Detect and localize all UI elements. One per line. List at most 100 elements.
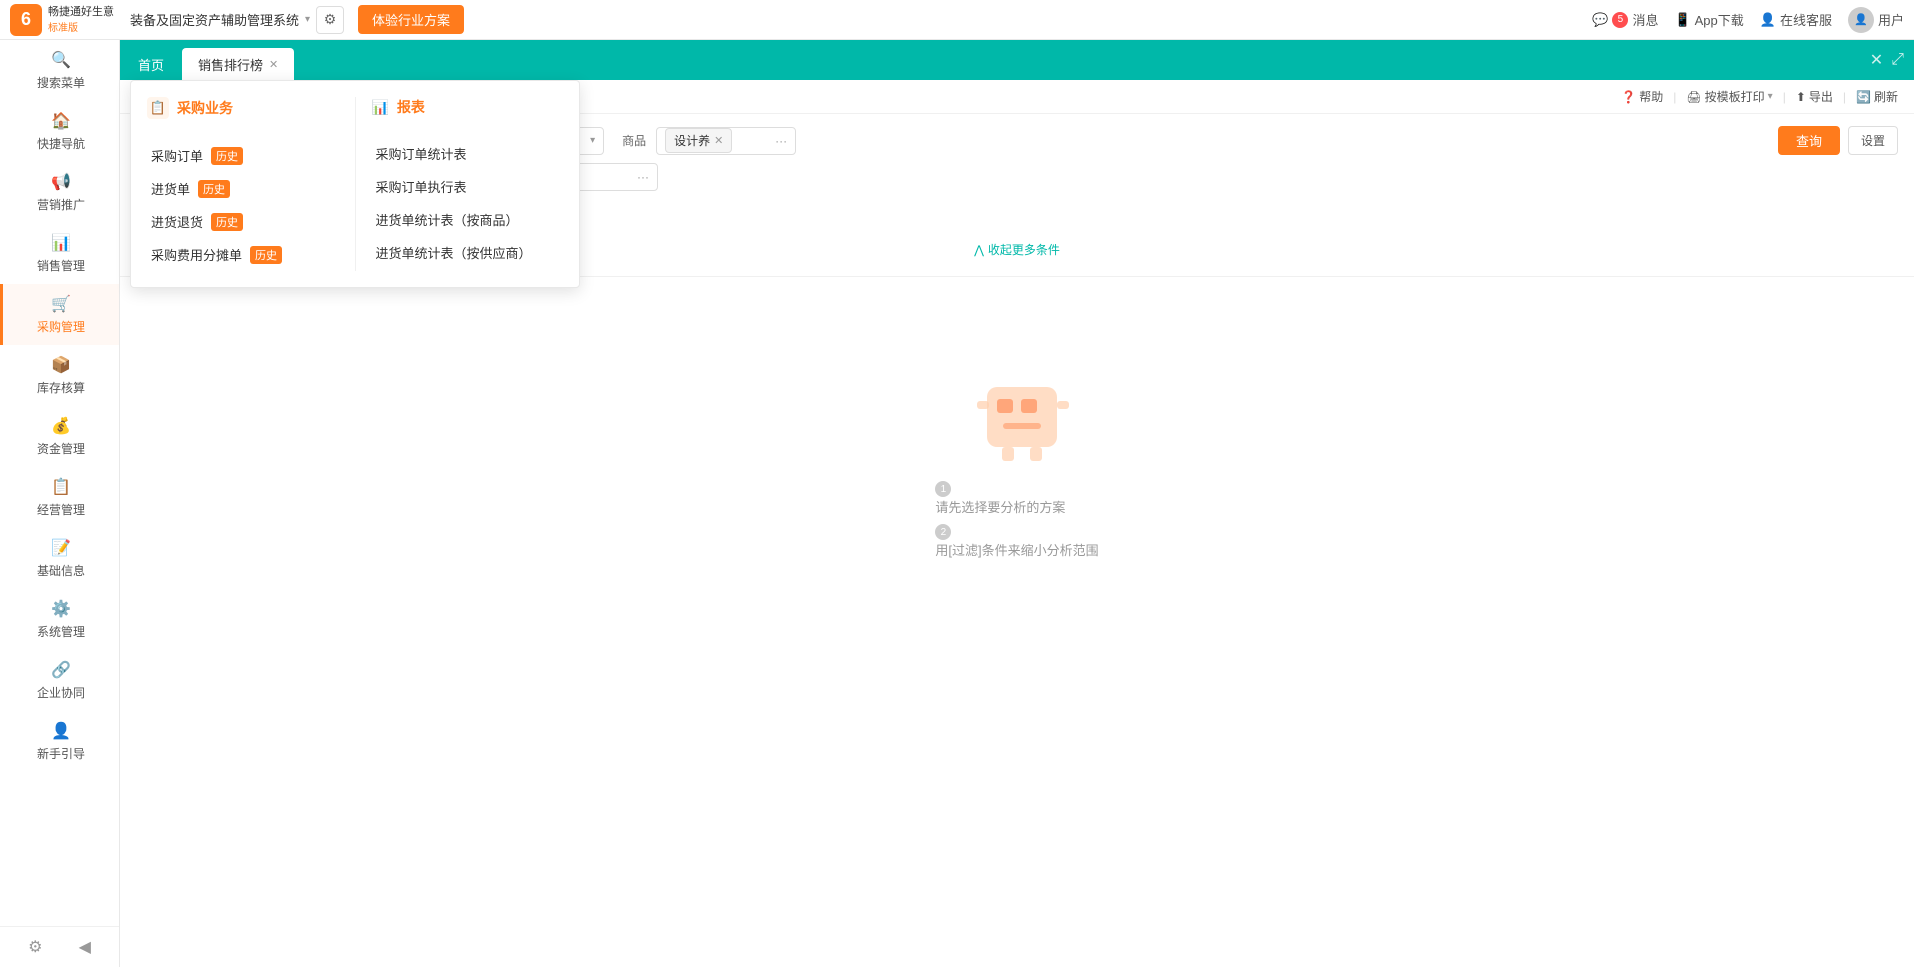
message-badge: 5 (1612, 12, 1628, 28)
user-label: 用户 (1878, 10, 1904, 29)
toolbar-divider1: | (1673, 90, 1676, 104)
sidebar-bottom: ⚙ ◀ (0, 926, 119, 967)
help-button[interactable]: ❓ 帮助 (1621, 88, 1663, 105)
dropdown-item-goods-receipt-stats-goods[interactable]: 进货单统计表（按商品） (372, 203, 564, 236)
sidebar-item-system[interactable]: ⚙️ 系统管理 (0, 589, 119, 650)
dropdown-item-goods-receipt-stats-supplier[interactable]: 进货单统计表（按供应商） (372, 236, 564, 269)
dropdown-divider (355, 97, 356, 271)
refresh-label: 刷新 (1874, 88, 1898, 105)
message-icon: 💬 (1592, 12, 1608, 28)
print-template-label: 按模板打印 (1705, 88, 1765, 105)
purchase-order-history-badge: 历史 (211, 147, 243, 165)
refresh-button[interactable]: 🔄 刷新 (1856, 88, 1898, 105)
sidebar-item-purchase[interactable]: 🛒 采购管理 (0, 284, 119, 345)
query-button[interactable]: 查询 (1778, 126, 1840, 155)
inventory-icon: 📦 (51, 355, 71, 375)
dropdown-item-purchase-expense[interactable]: 采购费用分摊单 历史 (147, 238, 339, 271)
sidebar-label-inventory: 库存核算 (37, 379, 85, 396)
sidebar-item-sales[interactable]: 📊 销售管理 (0, 223, 119, 284)
tab-home-label: 首页 (138, 55, 164, 74)
tab-home[interactable]: 首页 (122, 48, 180, 80)
goods-receipt-label: 进货单 (151, 179, 190, 198)
dropdown-item-purchase-order-stats[interactable]: 采购订单统计表 (372, 137, 564, 170)
goods-select[interactable]: 设计养 ✕ ··· (656, 127, 796, 155)
dropdown-columns: 📋 采购业务 采购订单 历史 进货单 历史 进货退货 历史 采购费用分摊单 历史 (147, 97, 563, 271)
sidebar-label-search: 搜索菜单 (37, 74, 85, 91)
export-button[interactable]: ⬆ 导出 (1796, 88, 1833, 105)
dropdown-item-goods-receipt[interactable]: 进货单 历史 (147, 172, 339, 205)
purchase-col-icon: 📋 (147, 97, 169, 119)
user-area[interactable]: 👤 用户 (1848, 7, 1904, 33)
goods-return-label: 进货退货 (151, 212, 203, 231)
sidebar-item-inventory[interactable]: 📦 库存核算 (0, 345, 119, 406)
sidebar-item-newbie[interactable]: 👤 新手引导 (0, 711, 119, 772)
purchase-dropdown-menu: 📋 采购业务 采购订单 历史 进货单 历史 进货退货 历史 采购费用分摊单 历史 (130, 80, 580, 288)
goods-tag-value: 设计养 (674, 132, 710, 149)
settings-button[interactable]: 设置 (1848, 126, 1898, 155)
tab-window-resize-icon[interactable]: ⤢ (1891, 51, 1904, 69)
logo-area: 6 畅捷通好生意 标准版 (10, 4, 130, 36)
sidebar-settings-button[interactable]: ⚙ (28, 937, 42, 957)
collapse-label: 收起更多条件 (988, 241, 1060, 258)
sidebar-item-capital[interactable]: 💰 资金管理 (0, 406, 119, 467)
filter-actions: 查询 设置 (1778, 126, 1898, 155)
tab-sales-rank-label: 销售排行榜 (198, 55, 263, 74)
sidebar-item-quick-nav[interactable]: 🏠 快捷导航 (0, 101, 119, 162)
tab-close-icon[interactable]: ✕ (269, 58, 278, 71)
app-download-button[interactable]: 📱 App下载 (1674, 10, 1743, 29)
tab-sales-rank[interactable]: 销售排行榜 ✕ (182, 48, 294, 80)
dropdown-item-purchase-order-exec[interactable]: 采购订单执行表 (372, 170, 564, 203)
sidebar-item-marketing[interactable]: 📢 营销推广 (0, 162, 119, 223)
system-title-area: 装备及固定资产辅助管理系统 ▾ ⚙ 体验行业方案 (130, 5, 1592, 34)
toolbar-divider2: | (1783, 90, 1786, 104)
print-template-button[interactable]: 🖨 按模板打印 ▾ (1686, 88, 1772, 105)
tab-window-close-icon[interactable]: ✕ (1870, 50, 1883, 70)
goods-tag: 设计养 ✕ (665, 128, 732, 153)
sidebar: 🔍 搜索菜单 🏠 快捷导航 📢 营销推广 📊 销售管理 🛒 采购管理 📦 库存核… (0, 40, 120, 967)
sidebar-label-marketing: 营销推广 (37, 196, 85, 213)
purchase-icon: 🛒 (51, 294, 71, 314)
goods-receipt-stats-goods-label: 进货单统计表（按商品） (376, 210, 519, 229)
logo-badge: 标准版 (48, 19, 114, 34)
sidebar-label-quick-nav: 快捷导航 (37, 135, 85, 152)
system-icon: ⚙️ (51, 599, 71, 619)
system-title-arrow-icon[interactable]: ▾ (305, 14, 310, 25)
goods-return-history-badge: 历史 (211, 213, 243, 231)
toolbar-right: ❓ 帮助 | 🖨 按模板打印 ▾ | ⬆ 导出 (1621, 88, 1898, 105)
sidebar-collapse-button[interactable]: ◀ (79, 937, 91, 957)
sidebar-label-operation: 经营管理 (37, 501, 85, 518)
empty-illustration (967, 357, 1067, 457)
home-icon: 🏠 (51, 111, 71, 131)
dropdown-item-goods-return[interactable]: 进货退货 历史 (147, 205, 339, 238)
enterprise-icon: 🔗 (51, 660, 71, 680)
purchase-expense-label: 采购费用分摊单 (151, 245, 242, 264)
sidebar-item-operation[interactable]: 📋 经营管理 (0, 467, 119, 528)
empty-state: 1 请先选择要分析的方案 2 用[过滤]条件来缩小分析范围 (120, 277, 1914, 639)
sidebar-item-search[interactable]: 🔍 搜索菜单 (0, 40, 119, 101)
goods-tag-close-icon[interactable]: ✕ (714, 134, 723, 147)
print-icon: 🖨 (1686, 90, 1701, 104)
tab-bar: 首页 销售排行榜 ✕ ✕ ⤢ (120, 40, 1914, 80)
online-service-label: 在线客服 (1780, 10, 1832, 29)
settings-icon-button[interactable]: ⚙ (316, 6, 344, 34)
avatar: 👤 (1848, 7, 1874, 33)
empty-hint-1: 1 请先选择要分析的方案 (935, 481, 1098, 516)
sidebar-item-enterprise[interactable]: 🔗 企业协同 (0, 650, 119, 711)
industry-button[interactable]: 体验行业方案 (358, 5, 464, 34)
phone-icon: 📱 (1674, 12, 1690, 28)
service-icon: 👤 (1760, 12, 1776, 28)
purchase-order-stats-label: 采购订单统计表 (376, 144, 467, 163)
doc-status-arrow: ▾ (590, 135, 595, 146)
online-service-button[interactable]: 👤 在线客服 (1760, 10, 1832, 29)
dropdown-col-purchase-business: 📋 采购业务 采购订单 历史 进货单 历史 进货退货 历史 采购费用分摊单 历史 (147, 97, 339, 271)
export-label: 导出 (1809, 88, 1833, 105)
goods-receipt-history-badge: 历史 (198, 180, 230, 198)
sidebar-label-enterprise: 企业协同 (37, 684, 85, 701)
sidebar-item-basic-info[interactable]: 📝 基础信息 (0, 528, 119, 589)
help-label: 帮助 (1639, 88, 1663, 105)
dropdown-item-purchase-order[interactable]: 采购订单 历史 (147, 139, 339, 172)
empty-robot-svg (967, 357, 1087, 477)
search-icon: 🔍 (51, 50, 71, 70)
message-button[interactable]: 💬 5 消息 (1592, 10, 1658, 29)
sidebar-label-system: 系统管理 (37, 623, 85, 640)
